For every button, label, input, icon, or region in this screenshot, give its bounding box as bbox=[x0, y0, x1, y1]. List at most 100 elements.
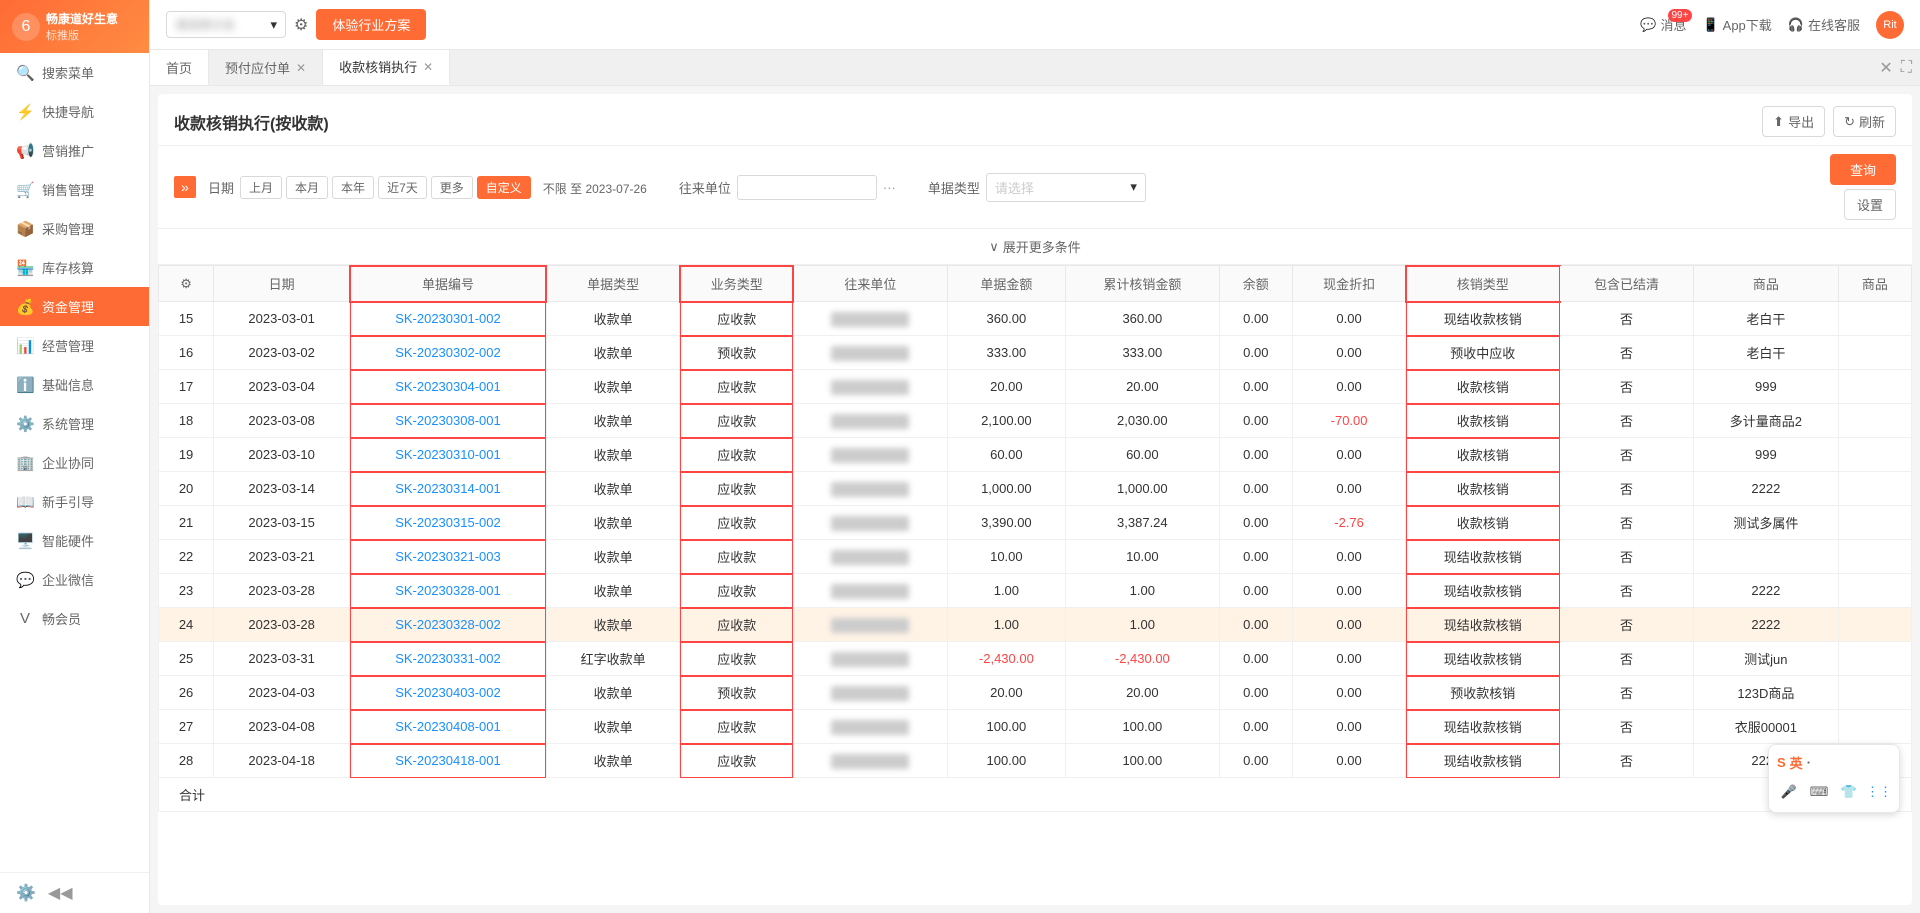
row-product: 测试jun bbox=[1693, 642, 1838, 676]
col-counterpart[interactable]: 往来单位 bbox=[793, 266, 947, 302]
user-avatar[interactable]: Rit bbox=[1876, 11, 1904, 39]
sidebar-item-search[interactable]: 🔍搜索菜单 bbox=[0, 53, 149, 92]
bill-no-link[interactable]: SK-20230403-002 bbox=[395, 685, 501, 700]
bill-no-link[interactable]: SK-20230408-001 bbox=[395, 719, 501, 734]
branch-select[interactable]: 请选择分支 ▾ bbox=[166, 11, 286, 38]
keyboard-icon[interactable]: ⌨ bbox=[1807, 780, 1831, 804]
nav-label-basic: 基础信息 bbox=[42, 375, 94, 394]
tab-home[interactable]: 首页 bbox=[150, 50, 209, 85]
date-btn-this-year[interactable]: 本年 bbox=[332, 176, 374, 199]
col-biz-type[interactable]: 业务类型 bbox=[680, 266, 793, 302]
branch-text: 请选择分支 bbox=[175, 16, 235, 33]
row-no: 15 bbox=[159, 302, 214, 336]
sidebar-item-wechat[interactable]: 💬企业微信 bbox=[0, 560, 149, 599]
col-bill-amount[interactable]: 单据金额 bbox=[947, 266, 1065, 302]
row-product2 bbox=[1838, 574, 1911, 608]
sidebar-item-capital[interactable]: 💰资金管理 bbox=[0, 287, 149, 326]
bill-no-link[interactable]: SK-20230301-002 bbox=[395, 311, 501, 326]
bill-no-link[interactable]: SK-20230314-001 bbox=[395, 481, 501, 496]
mic-icon[interactable]: 🎤 bbox=[1777, 780, 1801, 804]
col-cash-discount[interactable]: 现金折扣 bbox=[1292, 266, 1405, 302]
shirt-icon[interactable]: 👕 bbox=[1837, 780, 1861, 804]
tabs-actions: ✕ ⛶ bbox=[1871, 58, 1920, 78]
filter-actions: 查询 设置 bbox=[1830, 154, 1896, 220]
collapse-icon[interactable]: ◀◀ bbox=[48, 883, 73, 903]
col-product2[interactable]: 商品 bbox=[1838, 266, 1911, 302]
expand-conditions-btn[interactable]: ∨ 展开更多条件 bbox=[981, 233, 1089, 260]
sidebar-item-sales[interactable]: 🛒销售管理 bbox=[0, 170, 149, 209]
bill-no-link[interactable]: SK-20230315-002 bbox=[395, 515, 501, 530]
date-btn-more[interactable]: 更多 bbox=[431, 176, 473, 199]
row-bill-amount: 1,000.00 bbox=[947, 472, 1065, 506]
bill-no-link[interactable]: SK-20230331-002 bbox=[395, 651, 501, 666]
sidebar-item-corp[interactable]: 🏢企业协同 bbox=[0, 443, 149, 482]
page-title: 收款核销执行(按收款) bbox=[174, 110, 329, 134]
settings-icon[interactable]: ⚙️ bbox=[16, 883, 36, 903]
row-no: 27 bbox=[159, 710, 214, 744]
industry-btn[interactable]: 体验行业方案 bbox=[316, 9, 426, 40]
sidebar-item-quick[interactable]: ⚡快捷导航 bbox=[0, 92, 149, 131]
phone-icon: 📱 bbox=[1702, 17, 1718, 33]
table-row: 15 2023-03-01 SK-20230301-002 收款单 应收款 往来… bbox=[159, 302, 1912, 336]
tab-prepay-close[interactable]: ✕ bbox=[296, 61, 306, 75]
grid-icon[interactable]: ⋮⋮ bbox=[1867, 780, 1891, 804]
bill-no-link[interactable]: SK-20230321-003 bbox=[395, 549, 501, 564]
gear-icon[interactable]: ⚙ bbox=[294, 15, 308, 35]
col-accum-amount[interactable]: 累计核销金额 bbox=[1065, 266, 1219, 302]
row-bill-no: SK-20230403-002 bbox=[350, 676, 547, 710]
row-bill-no: SK-20230302-002 bbox=[350, 336, 547, 370]
col-date[interactable]: 日期 bbox=[214, 266, 350, 302]
sidebar-item-member[interactable]: V畅会员 bbox=[0, 599, 149, 638]
filter-settings-btn[interactable]: 设置 bbox=[1844, 189, 1896, 220]
bill-no-link[interactable]: SK-20230310-001 bbox=[395, 447, 501, 462]
date-btn-custom[interactable]: 自定义 bbox=[477, 176, 531, 199]
filter-expand-btn[interactable]: » bbox=[174, 176, 196, 198]
bill-no-link[interactable]: SK-20230304-001 bbox=[395, 379, 501, 394]
counterpart-value: 往来单位名称 bbox=[831, 618, 909, 633]
row-biz-type: 应收款 bbox=[680, 744, 793, 778]
export-btn[interactable]: ⬆ 导出 bbox=[1762, 106, 1825, 137]
row-bill-type: 收款单 bbox=[546, 472, 680, 506]
tab-expand-icon[interactable]: ⛶ bbox=[1901, 59, 1912, 77]
bill-no-link[interactable]: SK-20230302-002 bbox=[395, 345, 501, 360]
tab-receipt-close[interactable]: ✕ bbox=[423, 60, 433, 74]
col-setting[interactable]: ⚙ bbox=[159, 266, 214, 302]
nav-label-operation: 经营管理 bbox=[42, 336, 94, 355]
date-btn-prev-month[interactable]: 上月 bbox=[240, 176, 282, 199]
sidebar-item-inventory[interactable]: 🏪库存核算 bbox=[0, 248, 149, 287]
col-product[interactable]: 商品 bbox=[1693, 266, 1838, 302]
row-counterpart: 往来单位名称 bbox=[793, 302, 947, 336]
query-btn[interactable]: 查询 bbox=[1830, 154, 1896, 185]
date-btn-this-month[interactable]: 本月 bbox=[286, 176, 328, 199]
tab-receipt[interactable]: 收款核销执行 ✕ bbox=[323, 50, 450, 85]
online-service-btn[interactable]: 🎧 在线客服 bbox=[1788, 15, 1860, 34]
row-accum-amount: 2,030.00 bbox=[1065, 404, 1219, 438]
col-balance[interactable]: 余额 bbox=[1219, 266, 1292, 302]
bill-type-select[interactable]: 请选择 ▾ bbox=[986, 173, 1146, 202]
nav-label-capital: 资金管理 bbox=[42, 297, 94, 316]
counterpart-input[interactable] bbox=[737, 175, 877, 200]
sidebar-item-marketing[interactable]: 📢营销推广 bbox=[0, 131, 149, 170]
bill-no-link[interactable]: SK-20230308-001 bbox=[395, 413, 501, 428]
tab-prepay[interactable]: 预付应付单 ✕ bbox=[209, 50, 323, 85]
bill-no-link[interactable]: SK-20230328-001 bbox=[395, 583, 501, 598]
messages-btn[interactable]: 💬 消息 99+ bbox=[1640, 15, 1686, 34]
bill-no-link[interactable]: SK-20230418-001 bbox=[395, 753, 501, 768]
sidebar-item-smart[interactable]: 🖥️智能硬件 bbox=[0, 521, 149, 560]
sidebar-item-operation[interactable]: 📊经营管理 bbox=[0, 326, 149, 365]
sidebar-item-system[interactable]: ⚙️系统管理 bbox=[0, 404, 149, 443]
tab-close-icon[interactable]: ✕ bbox=[1879, 58, 1892, 78]
sidebar-item-purchase[interactable]: 📦采购管理 bbox=[0, 209, 149, 248]
table-row: 26 2023-04-03 SK-20230403-002 收款单 预收款 往来… bbox=[159, 676, 1912, 710]
col-bill-type[interactable]: 单据类型 bbox=[546, 266, 680, 302]
refresh-btn[interactable]: ↻ 刷新 bbox=[1833, 106, 1896, 137]
date-btn-7days[interactable]: 近7天 bbox=[378, 176, 427, 199]
sidebar-item-guide[interactable]: 📖新手引导 bbox=[0, 482, 149, 521]
bill-no-link[interactable]: SK-20230328-002 bbox=[395, 617, 501, 632]
row-product: 2222 bbox=[1693, 574, 1838, 608]
col-include-settled[interactable]: 包含已结清 bbox=[1560, 266, 1694, 302]
app-download-btn[interactable]: 📱 App下载 bbox=[1702, 15, 1771, 34]
sidebar-item-basic[interactable]: ℹ️基础信息 bbox=[0, 365, 149, 404]
col-bill-no[interactable]: 单据编号 bbox=[350, 266, 547, 302]
col-cancel-type[interactable]: 核销类型 bbox=[1406, 266, 1560, 302]
